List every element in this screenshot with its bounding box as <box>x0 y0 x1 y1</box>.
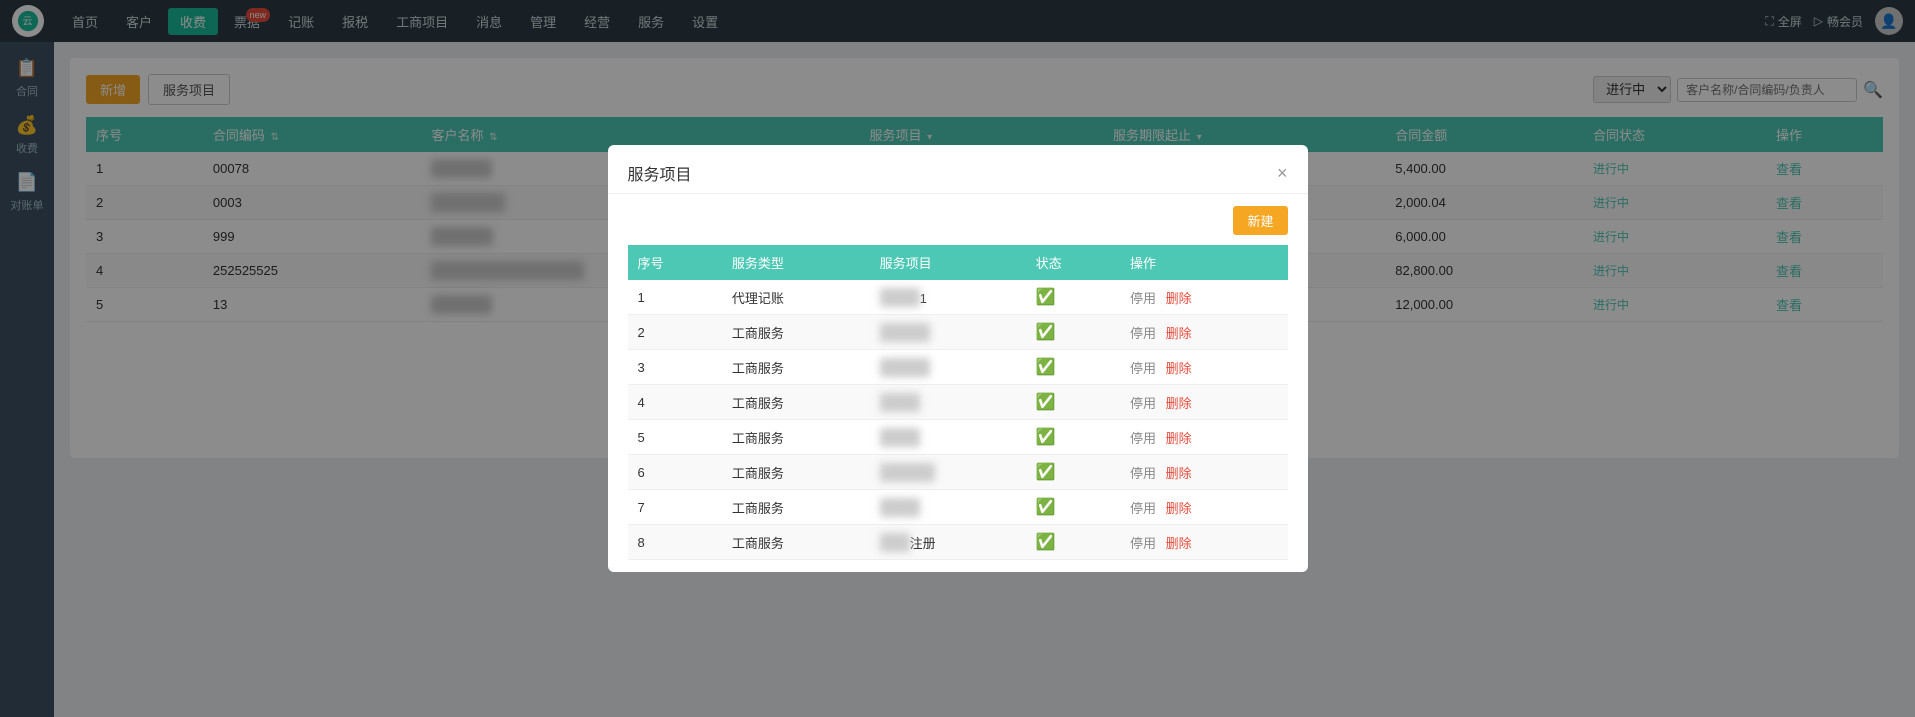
dcol-item: 服务项目 <box>870 245 1026 280</box>
dcell-type: 工商服务 <box>722 455 870 490</box>
list-item: 3 工商服务 服务名C ✅ 停用 删除 <box>628 350 1288 385</box>
dcell-type: 工商服务 <box>722 420 870 455</box>
delete-button[interactable]: 删除 <box>1166 361 1192 376</box>
dcell-status: ✅ <box>1026 385 1120 420</box>
delete-button[interactable]: 删除 <box>1166 466 1192 481</box>
dcell-type: 工商服务 <box>722 315 870 350</box>
stop-button[interactable]: 停用 <box>1130 326 1156 341</box>
list-item: 5 工商服务 服E ✅ 停用 删除 <box>628 420 1288 455</box>
dcell-item: 服务F名 <box>870 455 1026 490</box>
dialog-close-button[interactable]: × <box>1277 163 1288 184</box>
dialog-header: 服务项目 × <box>608 145 1308 194</box>
dcell-type: 工商服务 <box>722 385 870 420</box>
dcell-action: 停用 删除 <box>1120 525 1288 560</box>
dcell-seq: 1 <box>628 280 722 315</box>
dcol-seq: 序号 <box>628 245 722 280</box>
dcell-seq: 6 <box>628 455 722 490</box>
delete-button[interactable]: 删除 <box>1166 536 1192 551</box>
dcell-item: 服D <box>870 385 1026 420</box>
stop-button[interactable]: 停用 <box>1130 361 1156 376</box>
list-item: 7 工商服务 服G ✅ 停用 删除 <box>628 490 1288 525</box>
dcell-action: 停用 删除 <box>1120 490 1288 525</box>
delete-button[interactable]: 删除 <box>1166 501 1192 516</box>
dcell-action: 停用 删除 <box>1120 420 1288 455</box>
service-dialog: 服务项目 × 新建 序号 服务类型 服务项目 状态 操作 <box>608 145 1308 572</box>
dcell-seq: 5 <box>628 420 722 455</box>
status-check-icon: ✅ <box>1036 429 1056 446</box>
dcell-item: 项目1 <box>870 280 1026 315</box>
dcol-type: 服务类型 <box>722 245 870 280</box>
status-check-icon: ✅ <box>1036 324 1056 341</box>
dcell-seq: 3 <box>628 350 722 385</box>
dcell-type: 代理记账 <box>722 280 870 315</box>
dcell-status: ✅ <box>1026 490 1120 525</box>
dcell-item: 服G <box>870 490 1026 525</box>
dialog-new-button[interactable]: 新建 <box>1233 206 1287 235</box>
dcell-action: 停用 删除 <box>1120 350 1288 385</box>
dcell-action: 停用 删除 <box>1120 385 1288 420</box>
dialog-body: 新建 序号 服务类型 服务项目 状态 操作 1 代理记账 项 <box>608 194 1308 572</box>
stop-button[interactable]: 停用 <box>1130 501 1156 516</box>
stop-button[interactable]: 停用 <box>1130 466 1156 481</box>
dialog-title: 服务项目 <box>628 161 692 185</box>
status-check-icon: ✅ <box>1036 464 1056 481</box>
status-check-icon: ✅ <box>1036 499 1056 516</box>
dcell-status: ✅ <box>1026 280 1120 315</box>
stop-button[interactable]: 停用 <box>1130 291 1156 306</box>
dcell-item: 服E <box>870 420 1026 455</box>
delete-button[interactable]: 删除 <box>1166 291 1192 306</box>
status-check-icon: ✅ <box>1036 289 1056 306</box>
dcell-seq: 2 <box>628 315 722 350</box>
dcell-action: 停用 删除 <box>1120 280 1288 315</box>
dcol-action: 操作 <box>1120 245 1288 280</box>
dcol-status: 状态 <box>1026 245 1120 280</box>
stop-button[interactable]: 停用 <box>1130 431 1156 446</box>
delete-button[interactable]: 删除 <box>1166 396 1192 411</box>
dcell-status: ✅ <box>1026 315 1120 350</box>
stop-button[interactable]: 停用 <box>1130 536 1156 551</box>
dialog-toolbar: 新建 <box>628 206 1288 235</box>
dcell-item: 服务名C <box>870 350 1026 385</box>
delete-button[interactable]: 删除 <box>1166 431 1192 446</box>
dcell-action: 停用 删除 <box>1120 455 1288 490</box>
dcell-item: 服H注册 <box>870 525 1026 560</box>
list-item: 1 代理记账 项目1 ✅ 停用 删除 <box>628 280 1288 315</box>
dcell-type: 工商服务 <box>722 490 870 525</box>
list-item: 8 工商服务 服H注册 ✅ 停用 删除 <box>628 525 1288 560</box>
status-check-icon: ✅ <box>1036 394 1056 411</box>
list-item: 6 工商服务 服务F名 ✅ 停用 删除 <box>628 455 1288 490</box>
stop-button[interactable]: 停用 <box>1130 396 1156 411</box>
dcell-status: ✅ <box>1026 525 1120 560</box>
modal-overlay: 服务项目 × 新建 序号 服务类型 服务项目 状态 操作 <box>0 0 1915 717</box>
dcell-status: ✅ <box>1026 350 1120 385</box>
service-table: 序号 服务类型 服务项目 状态 操作 1 代理记账 项目1 ✅ 停用 <box>628 245 1288 560</box>
dcell-status: ✅ <box>1026 420 1120 455</box>
dcell-seq: 7 <box>628 490 722 525</box>
dcell-seq: 4 <box>628 385 722 420</box>
dcell-type: 工商服务 <box>722 350 870 385</box>
status-check-icon: ✅ <box>1036 534 1056 551</box>
dcell-seq: 8 <box>628 525 722 560</box>
dcell-type: 工商服务 <box>722 525 870 560</box>
delete-button[interactable]: 删除 <box>1166 326 1192 341</box>
list-item: 2 工商服务 项目名 ✅ 停用 删除 <box>628 315 1288 350</box>
list-item: 4 工商服务 服D ✅ 停用 删除 <box>628 385 1288 420</box>
status-check-icon: ✅ <box>1036 359 1056 376</box>
dcell-action: 停用 删除 <box>1120 315 1288 350</box>
dcell-item: 项目名 <box>870 315 1026 350</box>
dcell-status: ✅ <box>1026 455 1120 490</box>
